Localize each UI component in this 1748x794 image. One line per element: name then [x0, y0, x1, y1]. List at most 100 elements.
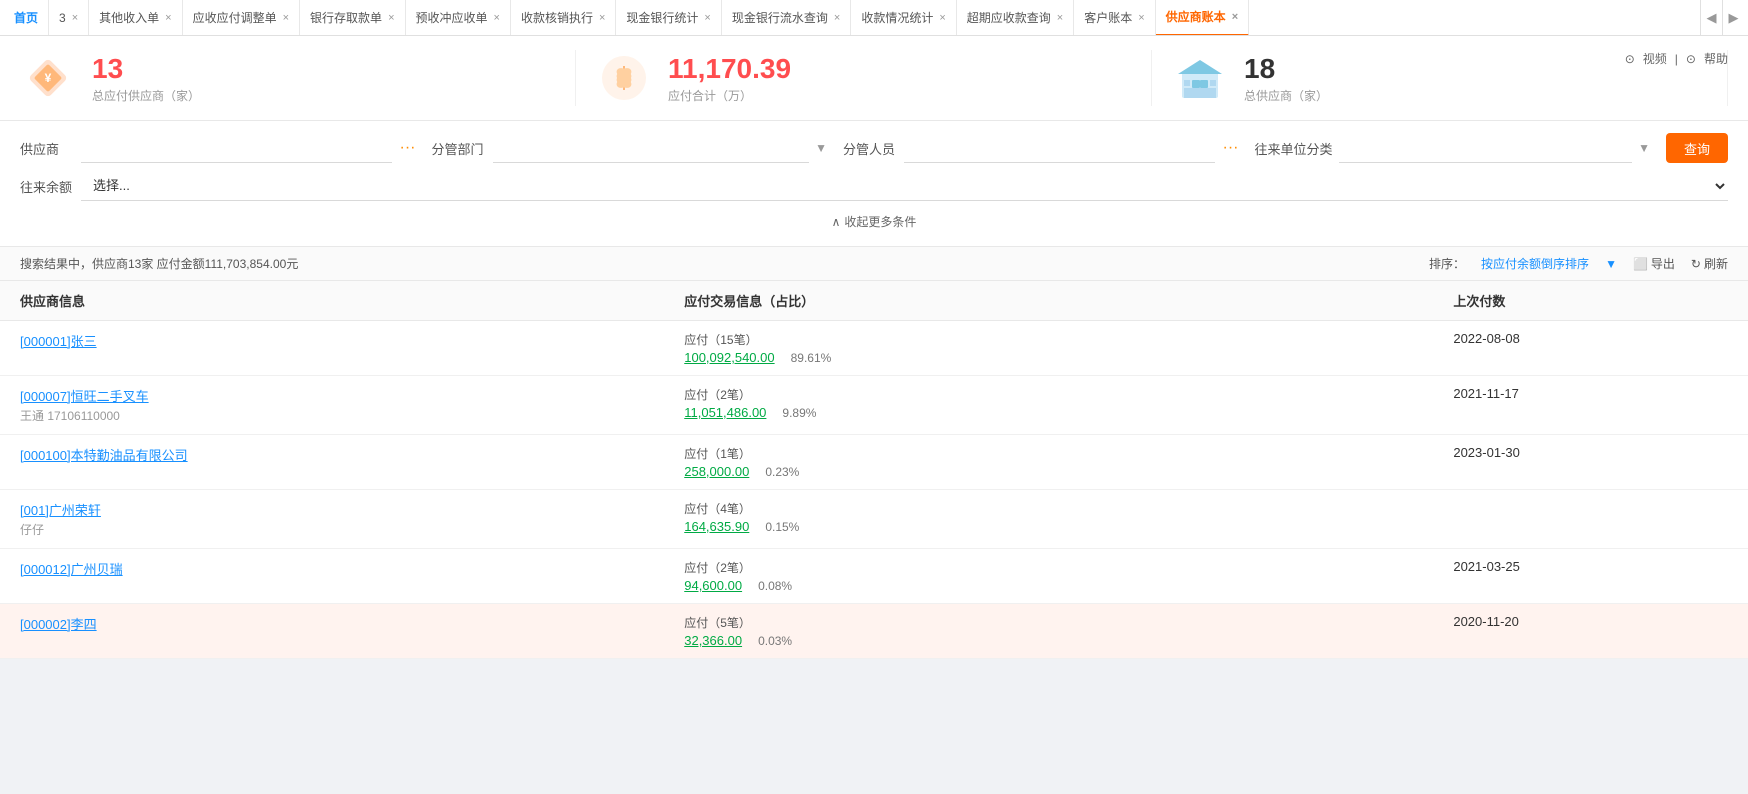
supplier-name-link[interactable]: [000002]李四: [20, 617, 97, 632]
tx-info-cell: 应付（4笔）164,635.900.15%: [664, 490, 1433, 549]
close-tab-adjust-icon[interactable]: ×: [283, 12, 289, 24]
nav-tab-verify[interactable]: 收款核销执行 ×: [511, 0, 616, 36]
close-tab-other-income-icon[interactable]: ×: [165, 12, 171, 24]
last-pay-cell: 2023-01-30: [1433, 435, 1748, 490]
nav-tab-bank[interactable]: 银行存取款单 ×: [300, 0, 405, 36]
close-tab-verify-icon[interactable]: ×: [599, 12, 605, 24]
supplier-info-cell: [000012]广州贝瑞: [0, 549, 664, 604]
sort-value[interactable]: 按应付余额倒序排序: [1481, 255, 1589, 272]
supplier-info-cell: [000002]李四: [0, 604, 664, 659]
nav-tab-adjust[interactable]: 应收应付调整单 ×: [183, 0, 300, 36]
tx-info-cell: 应付（1笔）258,000.000.23%: [664, 435, 1433, 490]
summary-payable-text: 13 总应付供应商（家）: [92, 52, 200, 105]
tx-info-cell: 应付（2笔） 11,051,486.00 9.89%: [664, 376, 1433, 435]
tx-percent: 9.89%: [782, 406, 816, 420]
result-summary-text: 搜索结果中，供应商13家 应付金额111,703,854.00元: [20, 255, 298, 272]
tx-amount[interactable]: 100,092,540.00: [684, 350, 774, 365]
supplier-name-link[interactable]: [000007]恒旺二手叉车: [20, 389, 149, 404]
supplier-info-cell: [001]广州荣轩仔仔: [0, 490, 664, 549]
supplier-info-cell: [000100]本特勤油品有限公司: [0, 435, 664, 490]
filter-category: 往来单位分类 ▼: [1255, 133, 1651, 163]
diamond-icon: ¥: [20, 50, 76, 106]
tx-label: 应付（2笔）: [684, 386, 1413, 403]
supplier-filter-input[interactable]: [81, 133, 392, 163]
last-pay-cell: [1433, 490, 1748, 549]
nav-tab-other-income[interactable]: 其他收入单 ×: [89, 0, 182, 36]
table-row: [000002]李四应付（5笔）32,366.000.03%2020-11-20: [0, 604, 1748, 659]
supplier-name-link[interactable]: [000100]本特勤油品有限公司: [20, 448, 188, 463]
tx-amount[interactable]: 94,600.00: [684, 578, 742, 593]
nav-tab-customer[interactable]: 客户账本 ×: [1074, 0, 1155, 36]
table-body: [000001]张三 应付（15笔） 100,092,540.00 89.61% 202…: [0, 321, 1748, 659]
supplier-filter-dots[interactable]: ···: [400, 139, 416, 157]
top-navigation: 首页 3 × 其他收入单 × 应收应付调整单 × 银行存取款单 × 预收冲应收单…: [0, 0, 1748, 36]
person-filter-input[interactable]: [904, 133, 1215, 163]
nav-tab-home[interactable]: 首页: [4, 0, 49, 36]
close-tab-overdue-icon[interactable]: ×: [1057, 12, 1063, 24]
sort-prefix: 排序：: [1429, 255, 1465, 272]
svg-text:¥: ¥: [45, 71, 52, 85]
table-row: [000012]广州贝瑞应付（2笔）94,600.000.08%2021-03-…: [0, 549, 1748, 604]
supplier-name-link[interactable]: [000001]张三: [20, 334, 97, 349]
nav-tab-cashflow[interactable]: 现金银行流水查询 ×: [722, 0, 851, 36]
search-button[interactable]: 查询: [1666, 133, 1728, 163]
table-header: 供应商信息 应付交易信息（占比） 上次付数: [0, 281, 1748, 321]
supplier-name-link[interactable]: [001]广州荣轩: [20, 503, 101, 518]
top-right-links: ⊙ 视频 | ⊙ 帮助: [1625, 50, 1728, 67]
nav-tab-overdue[interactable]: 超期应收款查询 ×: [957, 0, 1074, 36]
tx-label: 应付（4笔）: [684, 500, 1413, 517]
table-row: [001]广州荣轩仔仔应付（4笔）164,635.900.15%: [0, 490, 1748, 549]
dept-filter-input[interactable]: [493, 133, 810, 163]
sort-chevron-down-icon[interactable]: ▼: [1605, 257, 1617, 271]
help-link[interactable]: 帮助: [1704, 50, 1728, 67]
close-tab-advance-icon[interactable]: ×: [494, 12, 500, 24]
summary-payable-suppliers: ¥ 13 总应付供应商（家）: [20, 50, 576, 106]
tx-amount[interactable]: 32,366.00: [684, 633, 742, 648]
tx-amount[interactable]: 164,635.90: [684, 519, 749, 534]
tx-label: 应付（15笔）: [684, 331, 1413, 348]
tx-info-cell: 应付（2笔）94,600.000.08%: [664, 549, 1433, 604]
close-tab-cashstat-icon[interactable]: ×: [704, 12, 710, 24]
export-button[interactable]: ⬜ 导出: [1633, 255, 1675, 272]
nav-tab-advance[interactable]: 预收冲应收单 ×: [406, 0, 511, 36]
export-icon: ⬜: [1633, 257, 1648, 271]
video-link[interactable]: 视频: [1643, 50, 1667, 67]
table-row: [000100]本特勤油品有限公司 应付（1笔）258,000.000.23%20…: [0, 435, 1748, 490]
category-filter-input[interactable]: [1339, 133, 1633, 163]
tx-percent: 0.03%: [758, 634, 792, 648]
supplier-info-cell: [000001]张三: [0, 321, 664, 376]
col-header-supplier: 供应商信息: [0, 281, 664, 321]
tx-percent: 89.61%: [791, 351, 832, 365]
close-tab-cashflow-icon[interactable]: ×: [834, 12, 840, 24]
tx-amount[interactable]: 258,000.00: [684, 464, 749, 479]
collapse-filters-button[interactable]: ∧ 收起更多条件: [20, 209, 1728, 238]
nav-tab-3[interactable]: 3 ×: [49, 0, 89, 36]
collapse-label: 收起更多条件: [844, 213, 916, 230]
tx-amount[interactable]: 11,051,486.00: [684, 405, 766, 420]
tx-percent: 0.08%: [758, 579, 792, 593]
close-tab-customer-icon[interactable]: ×: [1138, 12, 1144, 24]
close-tab-3-icon[interactable]: ×: [72, 12, 78, 24]
dept-chevron-down-icon[interactable]: ▼: [815, 141, 827, 155]
tx-label: 应付（5笔）: [684, 614, 1413, 631]
nav-tab-supplier[interactable]: 供应商账本 ×: [1156, 0, 1249, 36]
close-tab-supplier-icon[interactable]: ×: [1232, 11, 1238, 23]
video-icon: ⊙: [1625, 52, 1635, 66]
supplier-name-link[interactable]: [000012]广州贝瑞: [20, 562, 123, 577]
filter-supplier: 供应商 ···: [20, 133, 416, 163]
close-tab-bank-icon[interactable]: ×: [388, 12, 394, 24]
last-pay-cell: 2021-03-25: [1433, 549, 1748, 604]
nav-tab-collect[interactable]: 收款情况统计 ×: [851, 0, 956, 36]
balance-filter-select[interactable]: 选择...: [81, 171, 1728, 201]
category-chevron-down-icon[interactable]: ▼: [1638, 141, 1650, 155]
person-filter-dots[interactable]: ···: [1223, 139, 1239, 157]
nav-scroll-left-button[interactable]: ◀: [1700, 0, 1722, 36]
close-tab-collect-icon[interactable]: ×: [939, 12, 945, 24]
supplier-table: 供应商信息 应付交易信息（占比） 上次付数 [000001]张三 应付（15笔） 1…: [0, 281, 1748, 659]
filter-row-2: 往来余额 选择...: [20, 171, 1728, 201]
nav-tab-cashstat[interactable]: 现金银行统计 ×: [616, 0, 721, 36]
last-pay-cell: 2022-08-08: [1433, 321, 1748, 376]
category-filter-label: 往来单位分类: [1255, 139, 1333, 158]
nav-scroll-right-button[interactable]: ▶: [1722, 0, 1744, 36]
refresh-button[interactable]: ↻ 刷新: [1691, 255, 1728, 272]
